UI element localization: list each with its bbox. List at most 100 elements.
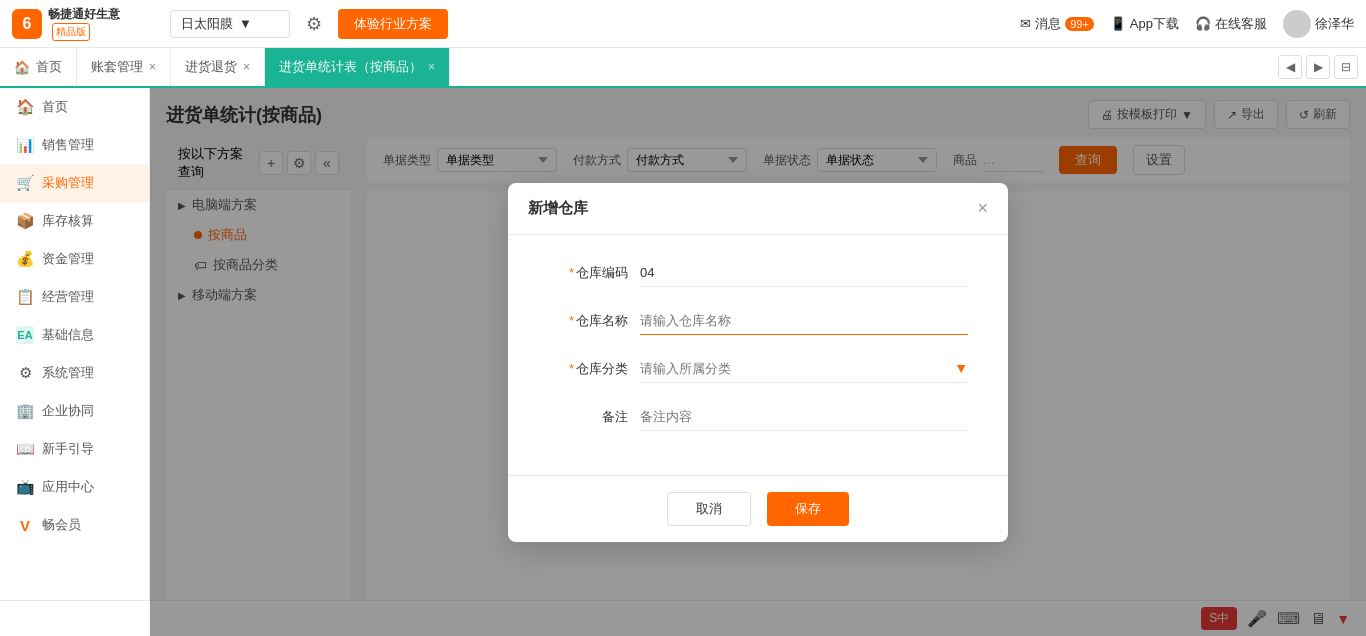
- top-header: 6 畅捷通好生意 精品版 日太阳膜 ▼ ⚙ 体验行业方案 ✉ 消息 99+ 📱 …: [0, 0, 1366, 48]
- finance-icon: 💰: [16, 250, 34, 268]
- tab-accounts[interactable]: 账套管理 ×: [77, 48, 171, 87]
- dialog-footer: 取消 保存: [508, 475, 1008, 542]
- home-icon: 🏠: [14, 60, 30, 75]
- dialog-close-btn[interactable]: ×: [977, 199, 988, 217]
- sidebar-basic-info-label: 基础信息: [42, 326, 94, 344]
- cancel-button[interactable]: 取消: [667, 492, 751, 526]
- store-name: 日太阳膜: [181, 15, 233, 33]
- app-download-btn[interactable]: 📱 App下载: [1110, 15, 1179, 33]
- username: 徐泽华: [1315, 15, 1354, 33]
- sidebar-item-app-center[interactable]: 📺 应用中心: [0, 468, 149, 506]
- trial-button[interactable]: 体验行业方案: [338, 9, 448, 39]
- remark-label: 备注: [548, 408, 628, 426]
- sales-icon: 📊: [16, 136, 34, 154]
- avatar: [1283, 10, 1311, 38]
- sidebar-app-center-label: 应用中心: [42, 478, 94, 496]
- content-area: 进货单统计(按商品) 🖨 按模板打印 ▼ ↗ 导出 ↺ 刷新: [150, 88, 1366, 636]
- tab-purchase-returns[interactable]: 进货退货 ×: [171, 48, 265, 87]
- basic-info-icon: EA: [16, 326, 34, 344]
- app-badge: 精品版: [52, 23, 90, 41]
- warehouse-code-input[interactable]: [640, 259, 968, 287]
- user-area[interactable]: 徐泽华: [1283, 10, 1354, 38]
- new-warehouse-dialog: 新增仓库 × 仓库编码 仓库名称 仓库: [508, 183, 1008, 542]
- tab-purchase-stats-label: 进货单统计表（按商品）: [279, 58, 422, 76]
- inventory-icon: 📦: [16, 212, 34, 230]
- sidebar-system-label: 系统管理: [42, 364, 94, 382]
- sidebar-purchase-label: 采购管理: [42, 174, 94, 192]
- settings-icon[interactable]: ⚙: [298, 8, 330, 40]
- sidebar-item-operations[interactable]: 📋 经营管理: [0, 278, 149, 316]
- form-row-category: 仓库分类 ▼: [548, 355, 968, 383]
- sidebar-vip-label: 畅会员: [42, 516, 81, 534]
- vip-icon: V: [16, 516, 34, 534]
- tab-accounts-close[interactable]: ×: [149, 60, 156, 74]
- form-row-code: 仓库编码: [548, 259, 968, 287]
- headset-icon: 🎧: [1195, 16, 1211, 31]
- sidebar-item-purchase[interactable]: 🛒 采购管理: [0, 164, 149, 202]
- tab-menu-btn[interactable]: ⊟: [1334, 55, 1358, 79]
- app-center-icon: 📺: [16, 478, 34, 496]
- dialog-backdrop: 新增仓库 × 仓库编码 仓库名称 仓库: [150, 88, 1366, 636]
- sidebar: 🏠 首页 📊 销售管理 🛒 采购管理 📦 库存核算 💰 资金管理 📋 经营管理 …: [0, 88, 150, 636]
- sidebar-home-label: 首页: [42, 98, 68, 116]
- sidebar-item-sales[interactable]: 📊 销售管理: [0, 126, 149, 164]
- online-service-label: 在线客服: [1215, 15, 1267, 33]
- store-selector[interactable]: 日太阳膜 ▼: [170, 10, 290, 38]
- sidebar-item-guide[interactable]: 📖 新手引导: [0, 430, 149, 468]
- tab-purchase-returns-label: 进货退货: [185, 58, 237, 76]
- code-label: 仓库编码: [548, 264, 628, 282]
- warehouse-name-input[interactable]: [640, 307, 968, 335]
- sidebar-item-enterprise[interactable]: 🏢 企业协同: [0, 392, 149, 430]
- name-label: 仓库名称: [548, 312, 628, 330]
- dialog-header: 新增仓库 ×: [508, 183, 1008, 235]
- app-download-label: App下载: [1130, 15, 1179, 33]
- tab-bar: 🏠 首页 账套管理 × 进货退货 × 进货单统计表（按商品） × ◀ ▶ ⊟: [0, 48, 1366, 88]
- sidebar-item-vip[interactable]: V 畅会员: [0, 506, 149, 544]
- form-row-remark: 备注: [548, 403, 968, 431]
- sidebar-guide-label: 新手引导: [42, 440, 94, 458]
- guide-icon: 📖: [16, 440, 34, 458]
- form-row-name: 仓库名称: [548, 307, 968, 335]
- main-layout: 🏠 首页 📊 销售管理 🛒 采购管理 📦 库存核算 💰 资金管理 📋 经营管理 …: [0, 88, 1366, 636]
- sidebar-sales-label: 销售管理: [42, 136, 94, 154]
- message-badge: 99+: [1065, 17, 1094, 31]
- tab-right-buttons: ◀ ▶ ⊟: [1270, 55, 1366, 79]
- message-label: 消息: [1035, 15, 1061, 33]
- sidebar-item-home[interactable]: 🏠 首页: [0, 88, 149, 126]
- logo-area: 6 畅捷通好生意 精品版: [12, 6, 162, 41]
- tab-accounts-label: 账套管理: [91, 58, 143, 76]
- purchase-icon: 🛒: [16, 174, 34, 192]
- message-icon: ✉: [1020, 16, 1031, 31]
- messages-btn[interactable]: ✉ 消息 99+: [1020, 15, 1094, 33]
- sidebar-inventory-label: 库存核算: [42, 212, 94, 230]
- remark-input[interactable]: [640, 403, 968, 431]
- online-service-btn[interactable]: 🎧 在线客服: [1195, 15, 1267, 33]
- system-icon: ⚙: [16, 364, 34, 382]
- header-right: ✉ 消息 99+ 📱 App下载 🎧 在线客服 徐泽华: [1020, 10, 1354, 38]
- tab-purchase-returns-close[interactable]: ×: [243, 60, 250, 74]
- dialog-body: 仓库编码 仓库名称 仓库分类 ▼: [508, 235, 1008, 475]
- tab-next-btn[interactable]: ▶: [1306, 55, 1330, 79]
- dialog-title: 新增仓库: [528, 199, 588, 218]
- sidebar-finance-label: 资金管理: [42, 250, 94, 268]
- category-label: 仓库分类: [548, 360, 628, 378]
- tab-home[interactable]: 🏠 首页: [0, 48, 77, 87]
- sidebar-item-finance[interactable]: 💰 资金管理: [0, 240, 149, 278]
- tab-home-label: 首页: [36, 58, 62, 76]
- sidebar-operations-label: 经营管理: [42, 288, 94, 306]
- category-select-wrapper: ▼: [640, 355, 968, 383]
- phone-icon: 📱: [1110, 16, 1126, 31]
- tab-prev-btn[interactable]: ◀: [1278, 55, 1302, 79]
- sidebar-item-system[interactable]: ⚙ 系统管理: [0, 354, 149, 392]
- store-dropdown-icon: ▼: [239, 16, 252, 31]
- category-dropdown-icon[interactable]: ▼: [954, 360, 968, 376]
- sidebar-enterprise-label: 企业协同: [42, 402, 94, 420]
- tab-purchase-stats[interactable]: 进货单统计表（按商品） ×: [265, 48, 450, 87]
- logo-icon: 6: [12, 9, 42, 39]
- category-select-input[interactable]: [640, 355, 954, 382]
- save-button[interactable]: 保存: [767, 492, 849, 526]
- operations-icon: 📋: [16, 288, 34, 306]
- sidebar-item-inventory[interactable]: 📦 库存核算: [0, 202, 149, 240]
- sidebar-item-basic-info[interactable]: EA 基础信息: [0, 316, 149, 354]
- tab-purchase-stats-close[interactable]: ×: [428, 60, 435, 74]
